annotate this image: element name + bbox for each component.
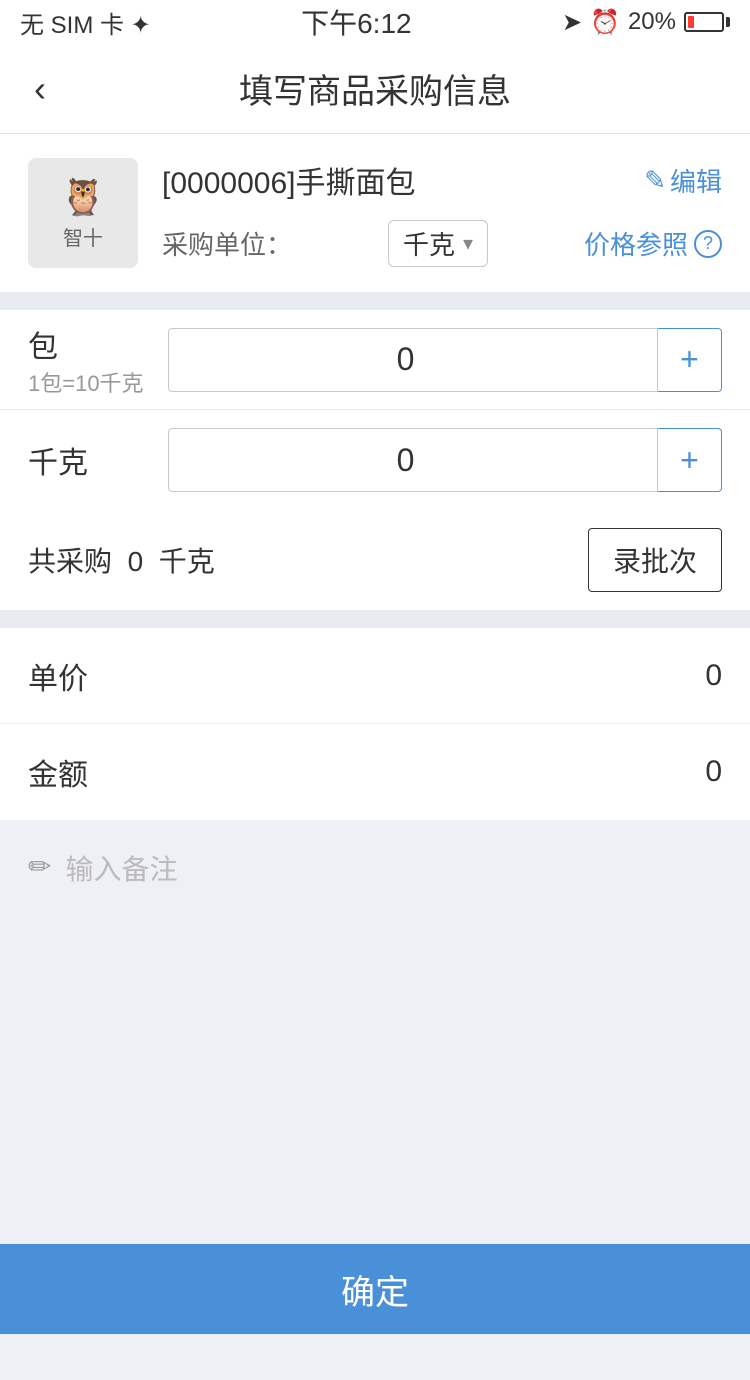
bao-label-area: 包 1包=10千克 [28, 322, 148, 398]
unit-price-row: 单价 0 [0, 628, 750, 724]
section-divider-1 [0, 292, 750, 310]
batch-button[interactable]: 录批次 [588, 528, 722, 592]
bao-input-row: 包 1包=10千克 + [0, 310, 750, 410]
confirm-button[interactable]: 确定 [0, 1244, 750, 1334]
page-title: 填写商品采购信息 [0, 64, 750, 113]
amount-label: 金额 [28, 750, 88, 794]
note-section[interactable]: ✏ 输入备注 [0, 820, 750, 940]
back-icon: ‹ [34, 68, 46, 110]
amount-value: 0 [705, 755, 722, 789]
product-info: [0000006]手撕面包 ✎ 编辑 采购单位： 千克 ▾ 价格参照 ? [162, 158, 722, 267]
info-icon: ? [694, 230, 722, 258]
unit-price-value: 0 [705, 659, 722, 693]
status-bar: 无 SIM 卡 ✦ 下午6:12 ➤ ⏰ 20% [0, 0, 750, 44]
kg-input[interactable] [168, 428, 658, 492]
kg-field-area: + [168, 428, 722, 492]
battery-indicator [684, 12, 730, 32]
unit-value: 千克 [403, 225, 455, 262]
edit-button[interactable]: ✎ 编辑 [644, 162, 722, 199]
summary-text: 共采购 0 千克 [28, 540, 215, 580]
owl-icon: 🦉 [61, 176, 106, 218]
status-left: 无 SIM 卡 ✦ [20, 5, 151, 40]
status-right: ➤ ⏰ 20% [562, 8, 730, 37]
bao-field-area: + [168, 328, 722, 392]
summary-prefix: 共采购 [28, 546, 112, 577]
edit-label: 编辑 [670, 162, 722, 199]
bao-plus-button[interactable]: + [658, 328, 722, 392]
product-thumbnail: 🦉 智十 [28, 158, 138, 268]
kg-label-area: 千克 [28, 438, 148, 482]
unit-price-label: 单价 [28, 654, 88, 698]
summary-amount: 0 [128, 546, 144, 577]
carrier-text: 无 SIM 卡 ✦ [20, 5, 151, 40]
price-reference-button[interactable]: 价格参照 ? [584, 225, 722, 262]
nav-bar: ‹ 填写商品采购信息 [0, 44, 750, 134]
note-placeholder: 输入备注 [65, 848, 177, 888]
product-card: 🦉 智十 [0000006]手撕面包 ✎ 编辑 采购单位： 千克 ▾ 价格参照 … [0, 134, 750, 292]
price-section: 单价 0 金额 0 [0, 628, 750, 820]
unit-label: 采购单位： [162, 225, 292, 262]
bao-label: 包 [28, 322, 148, 366]
product-name-row: [0000006]手撕面包 ✎ 编辑 [162, 158, 722, 202]
kg-plus-button[interactable]: + [658, 428, 722, 492]
kg-input-row: 千克 + [0, 410, 750, 510]
bao-input[interactable] [168, 328, 658, 392]
back-button[interactable]: ‹ [0, 44, 80, 134]
clock: 下午6:12 [301, 2, 412, 42]
section-divider-2 [0, 610, 750, 628]
unit-selector[interactable]: 千克 ▾ [388, 220, 488, 267]
summary-section: 共采购 0 千克 录批次 [0, 510, 750, 610]
pencil-icon: ✏ [28, 850, 51, 883]
input-section: 包 1包=10千克 + 千克 + [0, 310, 750, 510]
amount-row: 金额 0 [0, 724, 750, 820]
price-ref-label: 价格参照 [584, 225, 688, 262]
battery-percent: 20% [628, 8, 676, 36]
summary-suffix: 千克 [159, 546, 215, 577]
edit-icon: ✎ [644, 165, 666, 196]
location-icon: ➤ [562, 8, 582, 37]
alarm-icon: ⏰ [590, 8, 620, 37]
kg-label: 千克 [28, 438, 148, 482]
chevron-down-icon: ▾ [463, 231, 473, 256]
brand-text: 智十 [63, 222, 103, 251]
product-name: [0000006]手撕面包 [162, 158, 415, 202]
content-background [0, 940, 750, 1290]
unit-row: 采购单位： 千克 ▾ 价格参照 ? [162, 220, 722, 267]
bao-sub-label: 1包=10千克 [28, 366, 148, 398]
